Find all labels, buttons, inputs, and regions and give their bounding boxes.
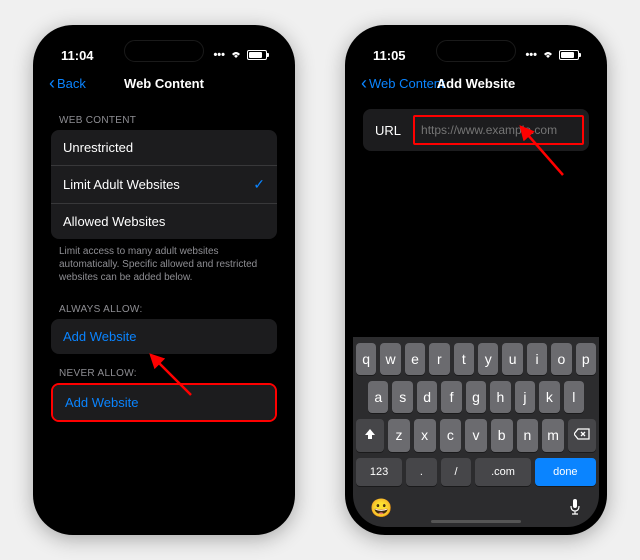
back-button[interactable]: ‹ Web Content <box>361 74 445 92</box>
key-done[interactable]: done <box>535 458 596 486</box>
add-website-allow-button[interactable]: Add Website <box>51 319 277 354</box>
section-header-always-allow: ALWAYS ALLOW: <box>51 290 277 319</box>
key-r[interactable]: r <box>429 343 449 375</box>
key-slash[interactable]: / <box>441 458 472 486</box>
key-h[interactable]: h <box>490 381 510 413</box>
highlight-annotation <box>413 115 584 145</box>
key-x[interactable]: x <box>414 419 436 452</box>
keyboard-bottom: 😀 <box>356 492 596 523</box>
key-v[interactable]: v <box>465 419 487 452</box>
key-j[interactable]: j <box>515 381 535 413</box>
signal-icon: ••• <box>213 49 225 61</box>
key-f[interactable]: f <box>441 381 461 413</box>
key-w[interactable]: w <box>380 343 400 375</box>
section-footer: Limit access to many adult websites auto… <box>51 239 277 290</box>
chevron-left-icon: ‹ <box>49 74 55 92</box>
key-l[interactable]: l <box>564 381 584 413</box>
key-u[interactable]: u <box>502 343 522 375</box>
key-e[interactable]: e <box>405 343 425 375</box>
section-header-never-allow: NEVER ALLOW: <box>51 354 277 383</box>
key-backspace[interactable] <box>568 419 596 452</box>
nav-bar: ‹ Back Web Content <box>41 69 287 101</box>
key-o[interactable]: o <box>551 343 571 375</box>
key-p[interactable]: p <box>576 343 596 375</box>
option-limit-adult[interactable]: Limit Adult Websites ✓ <box>51 166 277 204</box>
phone-left: 11:04 ••• ‹ Back Web Content WEB CONTENT… <box>33 25 295 535</box>
url-label: URL <box>375 123 401 138</box>
add-website-never-button[interactable]: Add Website <box>53 385 275 420</box>
key-z[interactable]: z <box>388 419 410 452</box>
page-title: Add Website <box>437 76 516 91</box>
url-row: URL <box>363 109 589 151</box>
status-icons: ••• <box>525 49 579 62</box>
key-shift[interactable] <box>356 419 384 452</box>
key-a[interactable]: a <box>368 381 388 413</box>
key-s[interactable]: s <box>392 381 412 413</box>
section-header-web-content: WEB CONTENT <box>51 101 277 130</box>
page-title: Web Content <box>124 76 204 91</box>
key-numbers[interactable]: 123 <box>356 458 402 486</box>
notch <box>436 40 516 62</box>
screen-left: 11:04 ••• ‹ Back Web Content WEB CONTENT… <box>41 33 287 527</box>
notch <box>124 40 204 62</box>
chevron-left-icon: ‹ <box>361 74 367 92</box>
back-label: Web Content <box>369 76 445 91</box>
key-q[interactable]: q <box>356 343 376 375</box>
key-dotcom[interactable]: .com <box>475 458 530 486</box>
content: URL <box>353 109 599 151</box>
keyboard-row-3: z x c v b n m <box>356 419 596 452</box>
web-content-options: Unrestricted Limit Adult Websites ✓ Allo… <box>51 130 277 239</box>
screen-right: 11:05 ••• ‹ Web Content Add Website URL <box>353 33 599 527</box>
checkmark-icon: ✓ <box>253 176 265 193</box>
key-g[interactable]: g <box>466 381 486 413</box>
wifi-icon <box>229 49 243 62</box>
content: WEB CONTENT Unrestricted Limit Adult Web… <box>41 101 287 422</box>
key-t[interactable]: t <box>454 343 474 375</box>
back-button[interactable]: ‹ Back <box>49 74 86 92</box>
home-indicator <box>431 520 521 523</box>
keyboard-row-1: q w e r t y u i o p <box>356 343 596 375</box>
back-label: Back <box>57 76 86 91</box>
mic-icon[interactable] <box>568 498 582 521</box>
status-time: 11:05 <box>373 48 406 63</box>
battery-icon <box>247 50 267 60</box>
option-allowed-websites[interactable]: Allowed Websites <box>51 204 277 239</box>
phone-right: 11:05 ••• ‹ Web Content Add Website URL <box>345 25 607 535</box>
key-i[interactable]: i <box>527 343 547 375</box>
key-c[interactable]: c <box>440 419 462 452</box>
key-n[interactable]: n <box>517 419 539 452</box>
key-y[interactable]: y <box>478 343 498 375</box>
key-d[interactable]: d <box>417 381 437 413</box>
battery-icon <box>559 50 579 60</box>
key-b[interactable]: b <box>491 419 513 452</box>
emoji-icon[interactable]: 😀 <box>370 498 392 521</box>
option-label: Limit Adult Websites <box>63 177 180 192</box>
keyboard: q w e r t y u i o p a s d f g h j k l <box>353 337 599 527</box>
option-label: Unrestricted <box>63 140 133 155</box>
nav-bar: ‹ Web Content Add Website <box>353 69 599 101</box>
wifi-icon <box>541 49 555 62</box>
key-dot[interactable]: . <box>406 458 437 486</box>
status-icons: ••• <box>213 49 267 62</box>
key-k[interactable]: k <box>539 381 559 413</box>
url-input[interactable] <box>421 123 576 137</box>
keyboard-row-2: a s d f g h j k l <box>356 381 596 413</box>
option-label: Allowed Websites <box>63 214 165 229</box>
highlight-annotation: Add Website <box>51 383 277 422</box>
option-unrestricted[interactable]: Unrestricted <box>51 130 277 166</box>
status-time: 11:04 <box>61 48 94 63</box>
signal-icon: ••• <box>525 49 537 61</box>
key-m[interactable]: m <box>542 419 564 452</box>
keyboard-row-4: 123 . / .com done <box>356 458 596 486</box>
